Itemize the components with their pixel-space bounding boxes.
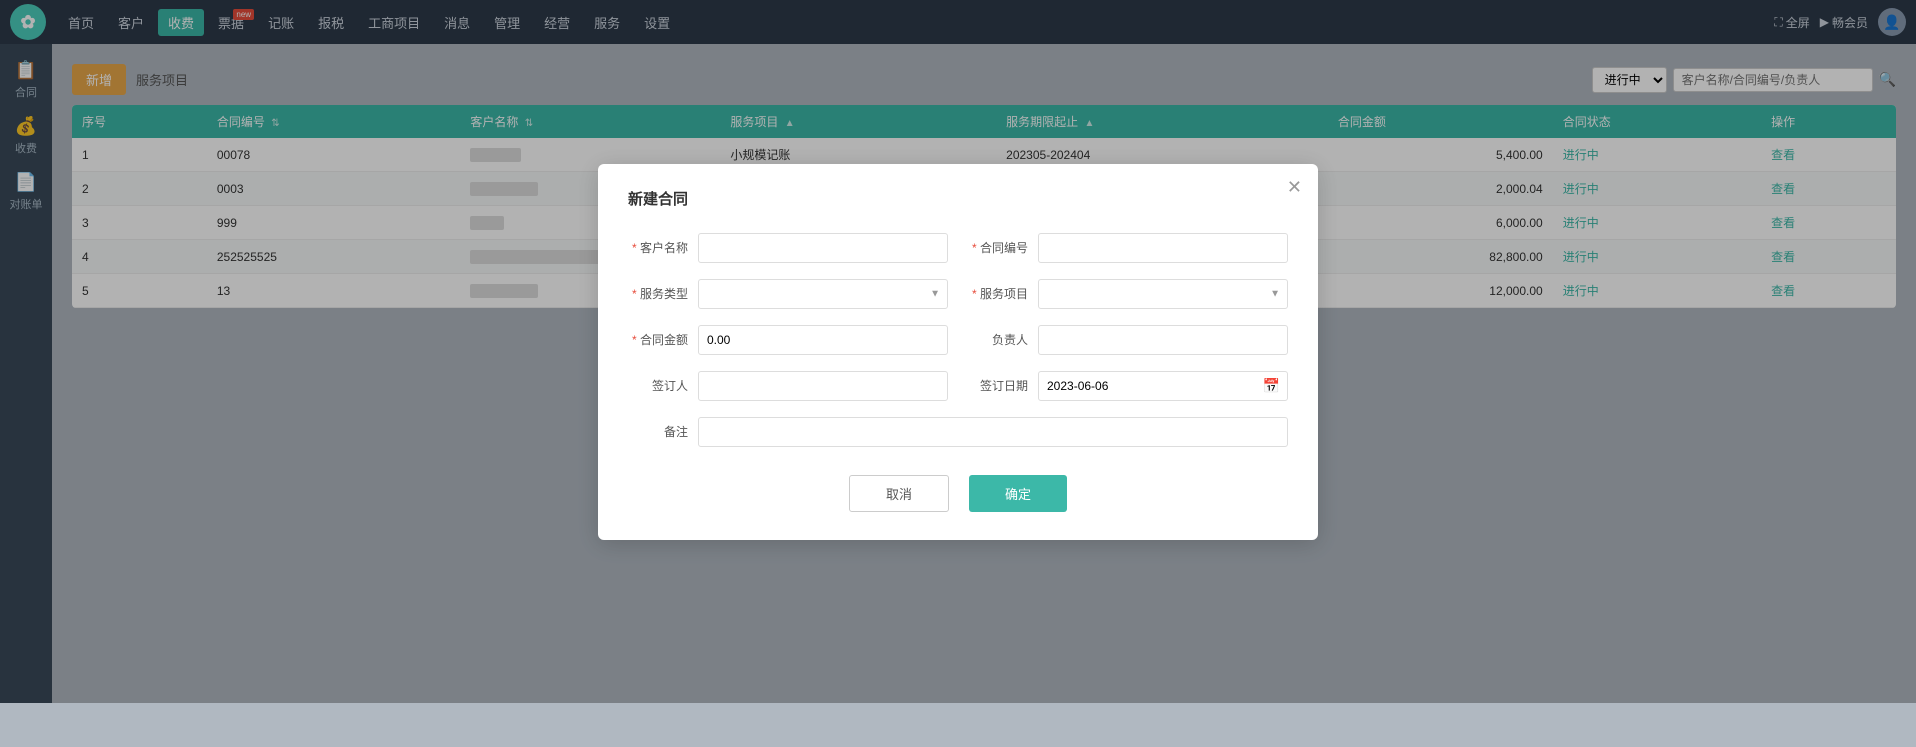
service-item-select[interactable]: [1038, 279, 1288, 309]
service-item-label: 服务项目: [968, 285, 1028, 302]
modal-overlay: ✕ 新建合同 客户名称 合同编号 服务类型 ▼ 服务项目: [0, 0, 1916, 703]
service-type-label: 服务类型: [628, 285, 688, 302]
service-item-wrap: ▼: [1038, 279, 1288, 309]
assignee-input[interactable]: [1038, 325, 1288, 355]
service-type-wrap: ▼: [698, 279, 948, 309]
remark-input[interactable]: [698, 417, 1288, 447]
signer-input[interactable]: [698, 371, 948, 401]
service-type-row: 服务类型 ▼: [628, 279, 948, 309]
signer-row: 签订人: [628, 371, 948, 401]
confirm-button[interactable]: 确定: [969, 475, 1067, 512]
assignee-label: 负责人: [968, 331, 1028, 348]
customer-name-row: 客户名称: [628, 233, 948, 263]
modal-title: 新建合同: [628, 188, 1288, 209]
contract-no-label: 合同编号: [968, 239, 1028, 256]
sign-date-input[interactable]: [1038, 371, 1288, 401]
signer-label: 签订人: [628, 377, 688, 394]
contract-no-row: 合同编号: [968, 233, 1288, 263]
service-item-row: 服务项目 ▼: [968, 279, 1288, 309]
service-type-select[interactable]: [698, 279, 948, 309]
customer-name-input[interactable]: [698, 233, 948, 263]
remark-row: 备注: [628, 417, 1288, 447]
assignee-row: 负责人: [968, 325, 1288, 355]
calendar-icon[interactable]: 📅: [1263, 377, 1280, 394]
sign-date-label: 签订日期: [968, 377, 1028, 394]
modal-form: 客户名称 合同编号 服务类型 ▼ 服务项目 ▼: [628, 233, 1288, 447]
cancel-button[interactable]: 取消: [849, 475, 949, 512]
new-contract-modal: ✕ 新建合同 客户名称 合同编号 服务类型 ▼ 服务项目: [598, 164, 1318, 540]
modal-close-button[interactable]: ✕: [1287, 178, 1302, 196]
sign-date-row: 签订日期 📅: [968, 371, 1288, 401]
modal-footer: 取消 确定: [628, 475, 1288, 512]
sign-date-wrap: 📅: [1038, 371, 1288, 401]
amount-label: 合同金额: [628, 331, 688, 348]
amount-input[interactable]: [698, 325, 948, 355]
remark-label: 备注: [628, 423, 688, 440]
contract-no-input[interactable]: [1038, 233, 1288, 263]
amount-row: 合同金额: [628, 325, 948, 355]
customer-name-label: 客户名称: [628, 239, 688, 256]
